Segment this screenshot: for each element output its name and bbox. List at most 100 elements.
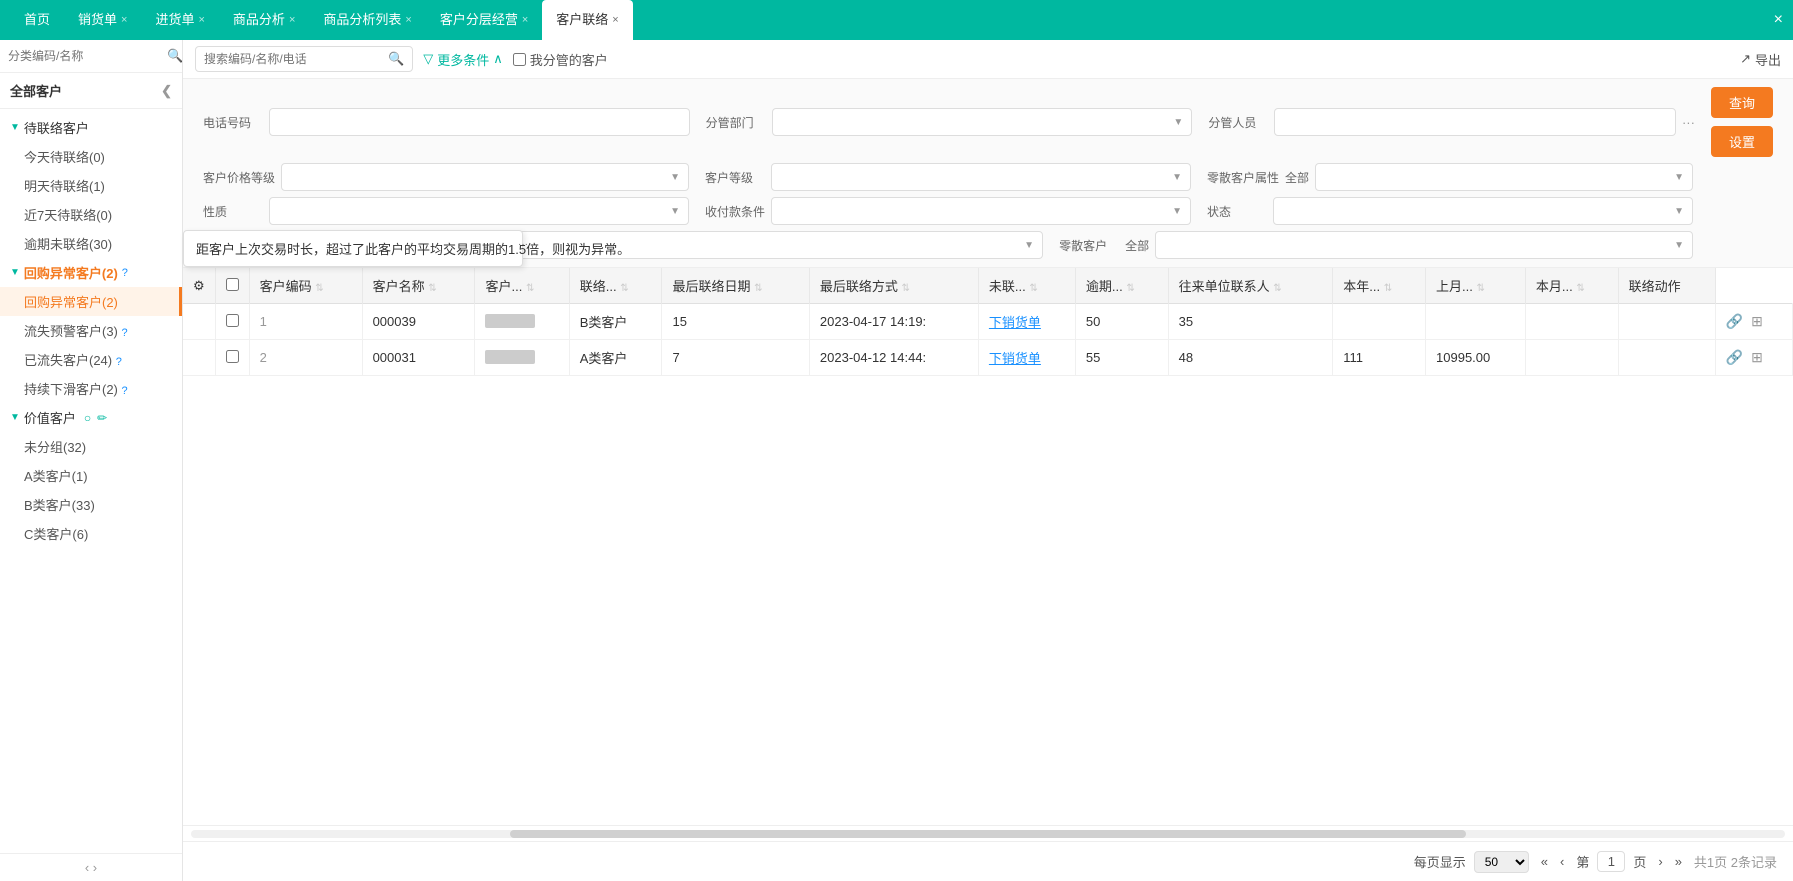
tree-group-pending-label[interactable]: ▼ 待联络客户 bbox=[0, 113, 182, 142]
more-filter-button[interactable]: ▽ 更多条件 ∧ bbox=[423, 50, 503, 69]
row1-check[interactable] bbox=[226, 314, 239, 327]
row1-this-month bbox=[1618, 304, 1715, 340]
nav-home[interactable]: 首页 bbox=[10, 0, 64, 40]
close-analysis-list-icon[interactable]: × bbox=[405, 0, 411, 40]
col-overdue[interactable]: 逾期... ⇅ bbox=[1075, 268, 1168, 304]
nav-tab-sales[interactable]: 销货单 × bbox=[64, 0, 141, 40]
sidebar-item-overdue[interactable]: 逾期未联络(30) bbox=[0, 229, 182, 258]
set-button[interactable]: 设置 bbox=[1711, 126, 1773, 157]
collapse-sidebar-icon[interactable]: ❮ bbox=[161, 83, 172, 99]
price-level-select[interactable]: ▼ bbox=[281, 163, 689, 191]
sidebar-item-b-class[interactable]: B类客户(33) bbox=[0, 490, 182, 519]
close-segment-icon[interactable]: × bbox=[522, 0, 528, 40]
row1-last-method[interactable]: 下销货单 bbox=[978, 304, 1075, 340]
row1-num: 1 bbox=[249, 304, 362, 340]
close-contact-icon[interactable]: × bbox=[612, 0, 618, 40]
sidebar-search-icon[interactable]: 🔍 bbox=[167, 48, 183, 64]
col-last-month[interactable]: 上月... ⇅ bbox=[1426, 268, 1526, 304]
nature-select[interactable]: ▼ bbox=[269, 197, 689, 225]
prev-page-button[interactable]: ‹ bbox=[1556, 852, 1568, 871]
row1-checkbox[interactable] bbox=[215, 304, 249, 340]
search-bar-icon[interactable]: 🔍 bbox=[388, 51, 404, 67]
my-customer-checkbox[interactable]: 我分管的客户 bbox=[513, 50, 608, 69]
row2-checkbox[interactable] bbox=[215, 340, 249, 376]
nav-tab-customer-segment[interactable]: 客户分层经营 × bbox=[426, 0, 542, 40]
window-close-button[interactable]: × bbox=[1774, 11, 1783, 29]
status-select[interactable]: ▼ bbox=[1273, 197, 1693, 225]
row2-check[interactable] bbox=[226, 350, 239, 363]
repurchase-help-icon[interactable]: ? bbox=[122, 267, 128, 279]
col-contact-days[interactable]: 联络... ⇅ bbox=[569, 268, 662, 304]
value-customer-edit-icon[interactable]: ✏ bbox=[97, 411, 107, 425]
sidebar-item-tomorrow[interactable]: 明天待联络(1) bbox=[0, 171, 182, 200]
nav-tab-analysis[interactable]: 商品分析 × bbox=[219, 0, 309, 40]
row2-grid-icon[interactable]: ⊞ bbox=[1751, 349, 1763, 366]
row1-grid-icon[interactable]: ⊞ bbox=[1751, 313, 1763, 330]
retail-attr-select[interactable]: ▼ bbox=[1315, 163, 1693, 191]
close-purchase-icon[interactable]: × bbox=[198, 0, 204, 40]
price-level-arrow-icon: ▼ bbox=[670, 172, 680, 183]
value-customer-circle-icon[interactable]: ○ bbox=[84, 411, 91, 425]
sidebar-item-declining[interactable]: 持续下滑客户(2) ? bbox=[0, 374, 182, 403]
sidebar-item-today[interactable]: 今天待联络(0) bbox=[0, 142, 182, 171]
col-this-year[interactable]: 本年... ⇅ bbox=[1333, 268, 1426, 304]
sidebar-item-c-class[interactable]: C类客户(6) bbox=[0, 519, 182, 548]
checkbox-col-header[interactable] bbox=[215, 268, 249, 304]
row2-last-method[interactable]: 下销货单 bbox=[978, 340, 1075, 376]
close-analysis-icon[interactable]: × bbox=[289, 0, 295, 40]
customer-level-select[interactable]: ▼ bbox=[771, 163, 1191, 191]
sidebar-item-a-class[interactable]: A类客户(1) bbox=[0, 461, 182, 490]
settings-col-header[interactable]: ⚙ bbox=[183, 268, 215, 304]
retail-customer-select[interactable]: ▼ bbox=[1155, 231, 1693, 259]
sidebar-item-repurchase-active[interactable]: 回购异常客户(2) bbox=[0, 287, 182, 316]
sidebar-item-churned[interactable]: 已流失客户(24) ? bbox=[0, 345, 182, 374]
horizontal-scrollbar[interactable] bbox=[183, 825, 1793, 841]
row2-link-icon[interactable]: 🔗 bbox=[1726, 349, 1743, 366]
col-contact-person[interactable]: 往来单位联系人 ⇅ bbox=[1168, 268, 1333, 304]
sidebar-item-churn-warning[interactable]: 流失预警客户(3) ? bbox=[0, 316, 182, 345]
col-this-month[interactable]: 本月... ⇅ bbox=[1525, 268, 1618, 304]
col-last-date[interactable]: 最后联络日期 ⇅ bbox=[662, 268, 809, 304]
tooltip-close[interactable]: ··· bbox=[518, 239, 528, 250]
sidebar-search-input[interactable] bbox=[8, 49, 163, 63]
search-input[interactable] bbox=[204, 52, 384, 66]
nav-tab-customer-contact[interactable]: 客户联络 × bbox=[542, 0, 632, 40]
my-customer-check[interactable] bbox=[513, 53, 526, 66]
phone-input[interactable] bbox=[269, 108, 690, 136]
customer-type-arrow-icon: ▼ bbox=[1024, 240, 1034, 251]
row1-link-icon[interactable]: 🔗 bbox=[1726, 313, 1743, 330]
col-code[interactable]: 客户编码 ⇅ bbox=[249, 268, 362, 304]
col-unlink[interactable]: 未联... ⇅ bbox=[978, 268, 1075, 304]
row2-this-year: 10995.00 bbox=[1426, 340, 1526, 376]
col-category[interactable]: 客户... ⇅ bbox=[475, 268, 569, 304]
sidebar-bottom[interactable]: ‹ › bbox=[0, 853, 182, 881]
last-page-button[interactable]: » bbox=[1671, 852, 1686, 871]
sidebar-item-7days[interactable]: 近7天待联络(0) bbox=[0, 200, 182, 229]
nav-tab-analysis-list[interactable]: 商品分析列表 × bbox=[309, 0, 425, 40]
select-all-checkbox[interactable] bbox=[226, 278, 239, 291]
row2-contact-person: 111 bbox=[1333, 340, 1426, 376]
col-last-method[interactable]: 最后联络方式 ⇅ bbox=[809, 268, 978, 304]
export-button[interactable]: ↗ 导出 bbox=[1740, 50, 1781, 69]
sort-person-icon: ⇅ bbox=[1273, 283, 1281, 294]
sidebar-item-ungrouped[interactable]: 未分组(32) bbox=[0, 432, 182, 461]
next-page-button[interactable]: › bbox=[1654, 852, 1666, 871]
row1-last-date: 2023-04-17 14:19: bbox=[809, 304, 978, 340]
payment-select[interactable]: ▼ bbox=[771, 197, 1191, 225]
per-page-select[interactable]: 50 100 200 bbox=[1474, 851, 1529, 873]
tree-group-repurchase-label[interactable]: ▼ 回购异常客户(2) ? bbox=[0, 258, 182, 287]
top-nav: 首页 销货单 × 进货单 × 商品分析 × 商品分析列表 × 客户分层经营 × … bbox=[0, 0, 1793, 40]
status-arrow-icon: ▼ bbox=[1674, 206, 1684, 217]
dept-select[interactable]: ▼ bbox=[772, 108, 1193, 136]
person-select[interactable] bbox=[1274, 108, 1676, 136]
col-name[interactable]: 客户名称 ⇅ bbox=[362, 268, 475, 304]
filter-bar: 🔍 ▽ 更多条件 ∧ 我分管的客户 ↗ 导出 bbox=[183, 40, 1793, 79]
query-button[interactable]: 查询 bbox=[1711, 87, 1773, 118]
nav-tab-purchase[interactable]: 进货单 × bbox=[141, 0, 218, 40]
person-more-dots[interactable]: ··· bbox=[1682, 115, 1695, 130]
row1-overdue: 35 bbox=[1168, 304, 1333, 340]
first-page-button[interactable]: « bbox=[1537, 852, 1552, 871]
close-sales-icon[interactable]: × bbox=[121, 0, 127, 40]
current-page-input[interactable]: 1 bbox=[1597, 851, 1625, 872]
tree-group-value-label[interactable]: ▼ 价值客户 ○ ✏ bbox=[0, 403, 182, 432]
